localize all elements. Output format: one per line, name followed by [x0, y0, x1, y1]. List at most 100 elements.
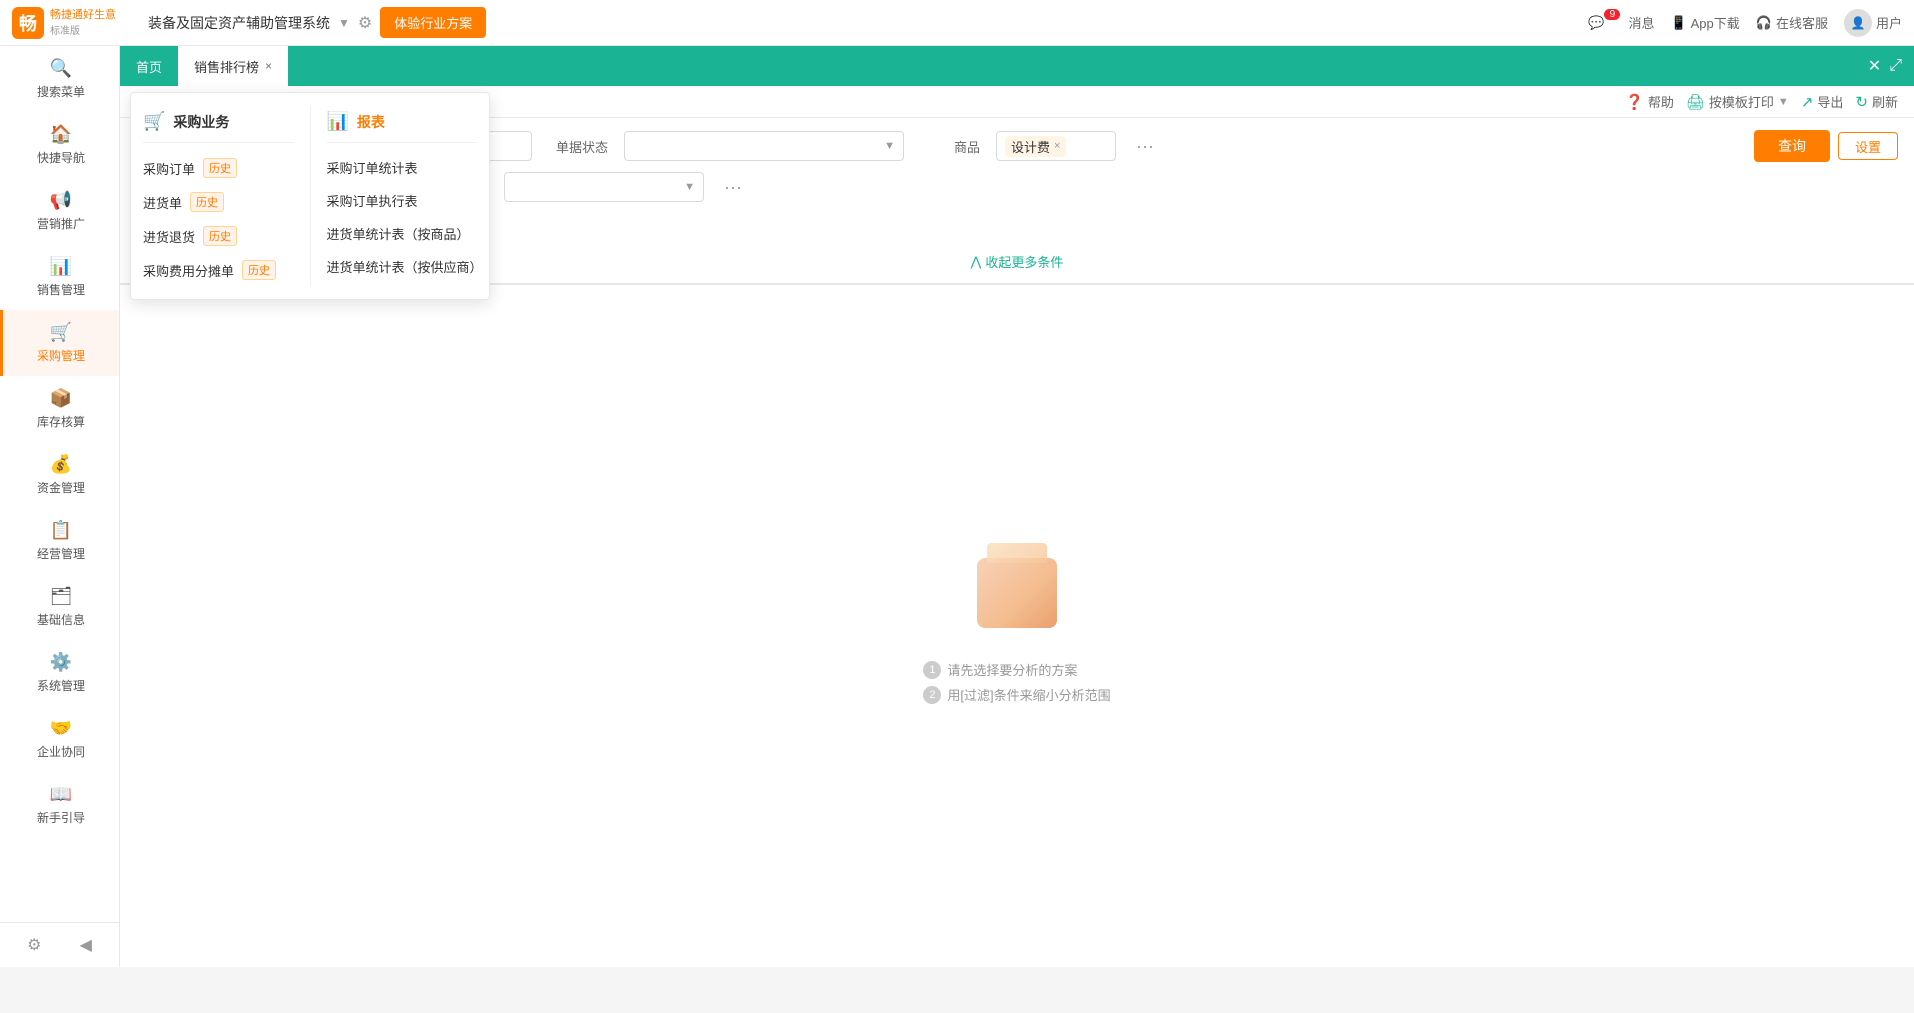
- voucher-status-arrow: ▼: [884, 140, 895, 152]
- logo-area: 畅 畅捷通好生意 标准版: [12, 7, 132, 39]
- sidebar-label-enterprise: 企业协同: [37, 743, 85, 760]
- purchase-expense-history[interactable]: 历史: [242, 260, 276, 280]
- system-icon: ⚙️: [50, 652, 72, 673]
- export-icon: ↗: [1801, 93, 1814, 111]
- salesperson-more-btn[interactable]: ···: [720, 177, 746, 198]
- report-col-title-text: 报表: [357, 112, 385, 132]
- goods-more-btn[interactable]: ···: [1132, 136, 1158, 157]
- collapse-icon: ⋀: [971, 254, 982, 270]
- voucher-status-select[interactable]: ▼: [624, 131, 904, 161]
- dropdown-item-stock-stats-goods[interactable]: 进货单统计表（按商品）: [327, 217, 478, 250]
- headset-icon: 🎧: [1756, 15, 1772, 31]
- print-dropdown-icon[interactable]: ▼: [1778, 96, 1789, 108]
- goods-label: 商品: [920, 137, 980, 156]
- voucher-status-label: 单据状态: [548, 137, 608, 156]
- logo-text-area: 畅捷通好生意 标准版: [50, 8, 116, 37]
- query-btn[interactable]: 查询: [1754, 130, 1830, 162]
- sidebar-item-search[interactable]: 🔍 搜索菜单: [0, 46, 119, 112]
- hint-num-2: 2: [923, 686, 941, 704]
- dropdown-item-purchase-order[interactable]: 采购订单 历史: [143, 151, 294, 185]
- industry-btn[interactable]: 体验行业方案: [380, 7, 486, 38]
- sidebar-item-basic-info[interactable]: 🗂 基础信息: [0, 574, 119, 640]
- collapse-btn[interactable]: ⋀ 收起更多条件: [971, 252, 1064, 271]
- stock-stats-goods-label: 进货单统计表（按商品）: [327, 224, 470, 243]
- template-print-btn[interactable]: 🖨 按模板打印 ▼: [1686, 92, 1789, 111]
- app-download-btn[interactable]: 📱 App下载: [1670, 13, 1739, 32]
- sidebar-item-marketing[interactable]: 📢 营销推广: [0, 178, 119, 244]
- sidebar-bottom: ⚙ ◀: [0, 922, 119, 967]
- basic-info-icon: 🗂: [50, 586, 73, 607]
- purchase-expense-label: 采购费用分摊单: [143, 261, 234, 280]
- sidebar-label-inventory: 库存核算: [37, 413, 85, 430]
- sidebar-collapse-btn[interactable]: ◀: [76, 931, 96, 959]
- online-service-btn[interactable]: 🎧 在线客服: [1756, 13, 1828, 32]
- dropdown-item-purchase-order-stats[interactable]: 采购订单统计表: [327, 151, 478, 184]
- sidebar-label-purchase: 采购管理: [37, 347, 85, 364]
- sidebar-label-basic-info: 基础信息: [37, 611, 85, 628]
- dropdown-item-purchase-stock[interactable]: 进货单 历史: [143, 185, 294, 219]
- message-btn[interactable]: 💬 9 消息: [1588, 13, 1654, 32]
- sidebar-item-sales[interactable]: 📊 销售管理: [0, 244, 119, 310]
- empty-illustration: [967, 548, 1067, 648]
- salesperson-arrow: ▼: [684, 181, 695, 193]
- sidebar-item-operations[interactable]: 📋 经营管理: [0, 508, 119, 574]
- purchase-stock-history[interactable]: 历史: [190, 192, 224, 212]
- marketing-icon: 📢: [50, 190, 72, 211]
- purchase-return-history[interactable]: 历史: [203, 226, 237, 246]
- app-title-area: 装备及固定资产辅助管理系统 ▼ ⚙ 体验行业方案: [148, 7, 1588, 38]
- sidebar-item-enterprise[interactable]: 🤝 企业协同: [0, 706, 119, 772]
- set-btn[interactable]: 设置: [1838, 132, 1898, 160]
- tab-maximize-icon[interactable]: ⤢: [1889, 57, 1902, 75]
- stock-stats-supplier-label: 进货单统计表（按供应商）: [327, 257, 478, 276]
- logo-line1: 畅捷通好生意: [50, 8, 116, 22]
- home-icon: 🏠: [50, 124, 72, 145]
- purchase-order-stats-label: 采购订单统计表: [327, 158, 418, 177]
- sidebar-item-quick-nav[interactable]: 🏠 快捷导航: [0, 112, 119, 178]
- sidebar-settings-btn[interactable]: ⚙: [23, 931, 45, 959]
- user-label: 用户: [1876, 13, 1902, 32]
- goods-tag-close[interactable]: ×: [1054, 140, 1060, 152]
- report-col-icon: 📊: [327, 111, 349, 132]
- salesperson-select[interactable]: ▼: [504, 172, 704, 202]
- dropdown-item-purchase-order-exec[interactable]: 采购订单执行表: [327, 184, 478, 217]
- purchase-order-label: 采购订单: [143, 159, 195, 178]
- refresh-btn[interactable]: ↻ 刷新: [1855, 92, 1898, 111]
- dropdown-item-purchase-return[interactable]: 进货退货 历史: [143, 219, 294, 253]
- purchase-order-history[interactable]: 历史: [203, 158, 237, 178]
- tab-sales-rank[interactable]: 销售排行榜 ×: [178, 46, 288, 86]
- refresh-icon: ↻: [1855, 93, 1868, 111]
- settings-icon[interactable]: ⚙: [358, 13, 372, 33]
- export-label: 导出: [1817, 92, 1843, 111]
- help-btn[interactable]: ❓ 帮助: [1625, 92, 1674, 111]
- tab-close-icon[interactable]: ×: [265, 59, 272, 73]
- dropdown-item-stock-stats-supplier[interactable]: 进货单统计表（按供应商）: [327, 250, 478, 283]
- goods-filter[interactable]: 设计费 ×: [996, 131, 1116, 161]
- sidebar-item-finance[interactable]: 💰 资金管理: [0, 442, 119, 508]
- sidebar-label-finance: 资金管理: [37, 479, 85, 496]
- export-btn[interactable]: ↗ 导出: [1801, 92, 1844, 111]
- tab-home-label: 首页: [136, 57, 162, 76]
- finance-icon: 💰: [50, 454, 72, 475]
- goods-tag[interactable]: 设计费 ×: [1005, 136, 1066, 157]
- template-print-label: 按模板打印: [1709, 92, 1774, 111]
- sidebar-label-quick-nav: 快捷导航: [37, 149, 85, 166]
- avatar-icon: 👤: [1851, 16, 1866, 30]
- dropdown-item-purchase-expense[interactable]: 采购费用分摊单 历史: [143, 253, 294, 287]
- hint-num-1: 1: [923, 661, 941, 679]
- purchase-icon: 🛒: [50, 322, 72, 343]
- sidebar-label-guide: 新手引导: [37, 809, 85, 826]
- purchase-col-title-text: 采购业务: [173, 112, 229, 132]
- purchase-return-label: 进货退货: [143, 227, 195, 246]
- sidebar-item-inventory[interactable]: 📦 库存核算: [0, 376, 119, 442]
- online-service-label: 在线客服: [1776, 13, 1828, 32]
- dropdown-divider: [310, 105, 311, 287]
- tab-home[interactable]: 首页: [120, 46, 178, 86]
- sidebar-item-system[interactable]: ⚙️ 系统管理: [0, 640, 119, 706]
- empty-hint-2: 2 用[过滤]条件来缩小分析范围: [923, 685, 1110, 704]
- title-dropdown-arrow[interactable]: ▼: [338, 16, 350, 30]
- sidebar: 🔍 搜索菜单 🏠 快捷导航 📢 营销推广 📊 销售管理 🛒 采购管理 📦 库存核…: [0, 46, 120, 967]
- tab-close-window-icon[interactable]: ✕: [1868, 56, 1881, 76]
- sidebar-item-guide[interactable]: 📖 新手引导: [0, 772, 119, 838]
- user-area[interactable]: 👤 用户: [1844, 9, 1902, 37]
- sidebar-item-purchase[interactable]: 🛒 采购管理: [0, 310, 119, 376]
